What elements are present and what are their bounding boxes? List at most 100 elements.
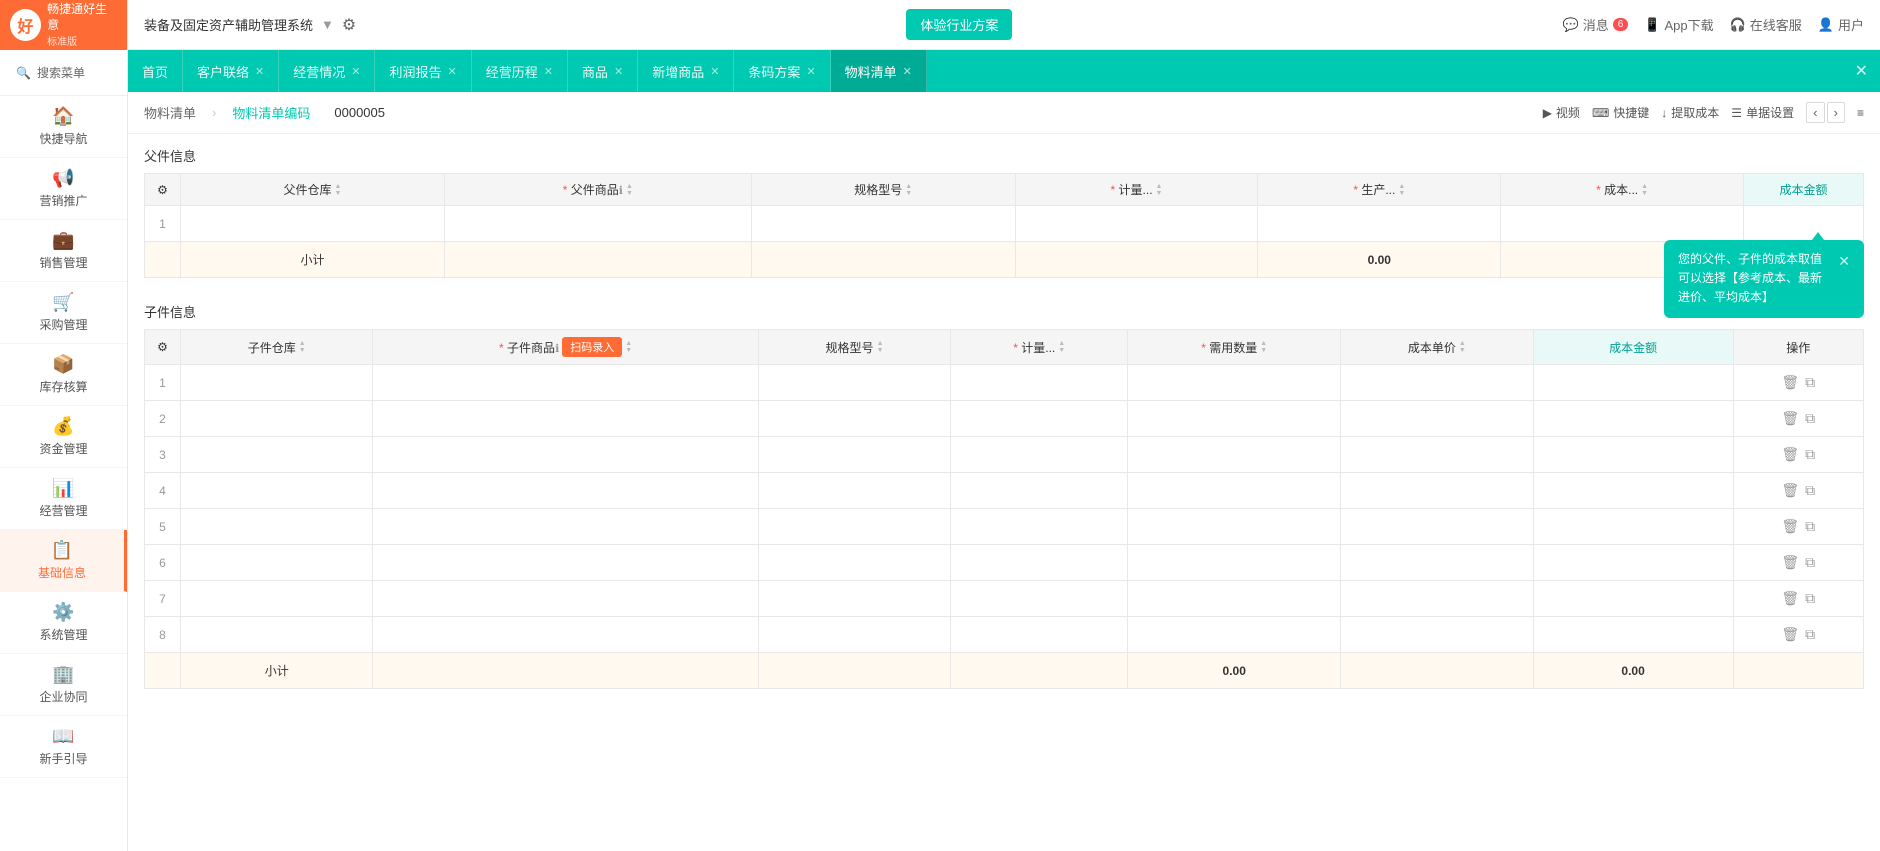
tooltip-close-button[interactable]: ✕ [1838, 250, 1850, 272]
delete-icon[interactable]: 🗑 [1781, 410, 1799, 427]
tab-barcode-close[interactable]: ✕ [806, 65, 815, 78]
search-menu-button[interactable]: 🔍 搜索菜单 [8, 58, 119, 87]
child-cell-spec[interactable] [758, 437, 950, 473]
child-cell-unit[interactable] [951, 401, 1128, 437]
child-col-settings[interactable]: ⚙ [145, 330, 181, 365]
sidebar-item-inventory[interactable]: 📦 库存核算 [0, 344, 127, 406]
child-cell-spec[interactable] [758, 401, 950, 437]
copy-icon[interactable]: ⧉ [1805, 374, 1815, 391]
child-cell-unit-cost[interactable] [1341, 617, 1533, 653]
child-cell-goods[interactable] [373, 473, 758, 509]
copy-icon[interactable]: ⧉ [1805, 482, 1815, 499]
child-cell-qty[interactable] [1128, 437, 1341, 473]
child-cell-warehouse[interactable] [181, 365, 373, 401]
child-cell-goods[interactable] [373, 365, 758, 401]
copy-icon[interactable]: ⧉ [1805, 446, 1815, 463]
delete-icon[interactable]: 🗑 [1781, 446, 1799, 463]
child-cell-qty[interactable] [1128, 401, 1341, 437]
child-cell-unit-cost[interactable] [1341, 581, 1533, 617]
child-cell-warehouse[interactable] [181, 581, 373, 617]
child-cell-qty[interactable] [1128, 581, 1341, 617]
delete-icon[interactable]: 🗑 [1781, 554, 1799, 571]
copy-icon[interactable]: ⧉ [1805, 626, 1815, 643]
child-cell-unit[interactable] [951, 473, 1128, 509]
tab-history-close[interactable]: ✕ [544, 65, 553, 78]
child-cell-unit-cost[interactable] [1341, 401, 1533, 437]
tab-goods[interactable]: 商品 ✕ [568, 50, 638, 92]
tab-barcode[interactable]: 条码方案 ✕ [734, 50, 830, 92]
doc-setting-button[interactable]: ☰ 单据设置 [1731, 104, 1794, 121]
child-cell-spec[interactable] [758, 581, 950, 617]
sidebar-item-sales[interactable]: 💼 销售管理 [0, 220, 127, 282]
copy-icon[interactable]: ⧉ [1805, 554, 1815, 571]
delete-icon[interactable]: 🗑 [1781, 590, 1799, 607]
child-cell-unit[interactable] [951, 581, 1128, 617]
extract-cost-button[interactable]: ↓ 提取成本 [1661, 104, 1719, 121]
breadcrumb-bom-code[interactable]: 物料清单编码 [232, 103, 310, 122]
close-all-tabs[interactable]: ✕ [1843, 61, 1880, 81]
child-cell-unit-cost[interactable] [1341, 473, 1533, 509]
parent-cell-production[interactable] [1258, 206, 1501, 242]
tab-profit-close[interactable]: ✕ [448, 65, 457, 78]
sort-icon[interactable]: ▲▼ [877, 340, 884, 354]
parent-cell-cost[interactable] [1501, 206, 1744, 242]
list-view-button[interactable]: ≡ [1857, 106, 1864, 120]
sidebar-item-system[interactable]: ⚙️ 系统管理 [0, 592, 127, 654]
shortcut-button[interactable]: ⌨ 快捷键 [1592, 104, 1649, 121]
child-cell-spec[interactable] [758, 473, 950, 509]
parent-cell-goods[interactable] [444, 206, 751, 242]
tab-new-goods[interactable]: 新增商品 ✕ [638, 50, 734, 92]
sidebar-item-basic-info[interactable]: 📋 基础信息 [0, 530, 127, 592]
sidebar-item-operations[interactable]: 📊 经营管理 [0, 468, 127, 530]
gear-icon[interactable]: ⚙ [342, 15, 356, 35]
tab-bom[interactable]: 物料清单 ✕ [831, 50, 927, 92]
tab-profit[interactable]: 利润报告 ✕ [375, 50, 471, 92]
copy-icon[interactable]: ⧉ [1805, 590, 1815, 607]
tab-history[interactable]: 经营历程 ✕ [472, 50, 568, 92]
tab-new-goods-close[interactable]: ✕ [710, 65, 719, 78]
child-cell-goods[interactable] [373, 437, 758, 473]
tab-home[interactable]: 首页 [128, 50, 183, 92]
sidebar-item-purchase[interactable]: 🛒 采购管理 [0, 282, 127, 344]
delete-icon[interactable]: 🗑 [1781, 374, 1799, 391]
sidebar-item-guide[interactable]: 📖 新手引导 [0, 716, 127, 778]
delete-icon[interactable]: 🗑 [1781, 482, 1799, 499]
sort-icon[interactable]: ▲▼ [1459, 340, 1466, 354]
tab-customer[interactable]: 客户联络 ✕ [183, 50, 279, 92]
child-cell-warehouse[interactable] [181, 401, 373, 437]
tab-goods-close[interactable]: ✕ [614, 65, 623, 78]
sort-icon[interactable]: ▲▼ [1641, 183, 1648, 197]
child-cell-unit-cost[interactable] [1341, 545, 1533, 581]
app-download-action[interactable]: 📱 App下载 [1644, 15, 1713, 34]
child-cell-unit[interactable] [951, 437, 1128, 473]
sidebar-item-marketing[interactable]: 📢 营销推广 [0, 158, 127, 220]
sidebar-item-enterprise[interactable]: 🏢 企业协同 [0, 654, 127, 716]
child-cell-spec[interactable] [758, 545, 950, 581]
user-action[interactable]: 👤 用户 [1818, 15, 1864, 34]
breadcrumb-bom[interactable]: 物料清单 [144, 103, 196, 122]
child-cell-unit[interactable] [951, 365, 1128, 401]
child-cell-unit-cost[interactable] [1341, 365, 1533, 401]
prev-arrow[interactable]: ‹ [1806, 102, 1824, 123]
child-cell-spec[interactable] [758, 509, 950, 545]
child-cell-goods[interactable] [373, 509, 758, 545]
sort-icon[interactable]: ▲▼ [334, 183, 341, 197]
system-dropdown-icon[interactable]: ▼ [321, 17, 334, 32]
sidebar-item-finance[interactable]: 💰 资金管理 [0, 406, 127, 468]
child-cell-warehouse[interactable] [181, 509, 373, 545]
message-action[interactable]: 💬 消息 6 [1563, 15, 1629, 34]
child-cell-unit[interactable] [951, 545, 1128, 581]
parent-cell-warehouse[interactable] [181, 206, 445, 242]
child-cell-unit[interactable] [951, 617, 1128, 653]
sidebar-item-quick-nav[interactable]: 🏠 快捷导航 [0, 96, 127, 158]
child-cell-goods[interactable] [373, 401, 758, 437]
sort-icon[interactable]: ▲▼ [1260, 340, 1267, 354]
parent-col-settings[interactable]: ⚙ [145, 174, 181, 206]
child-cell-unit-cost[interactable] [1341, 437, 1533, 473]
view-video-button[interactable]: ▶ 视频 [1543, 104, 1580, 121]
child-cell-goods[interactable] [373, 545, 758, 581]
tab-bom-close[interactable]: ✕ [903, 65, 912, 78]
copy-icon[interactable]: ⧉ [1805, 410, 1815, 427]
sort-icon[interactable]: ▲▼ [1058, 340, 1065, 354]
tab-operations-close[interactable]: ✕ [351, 65, 360, 78]
